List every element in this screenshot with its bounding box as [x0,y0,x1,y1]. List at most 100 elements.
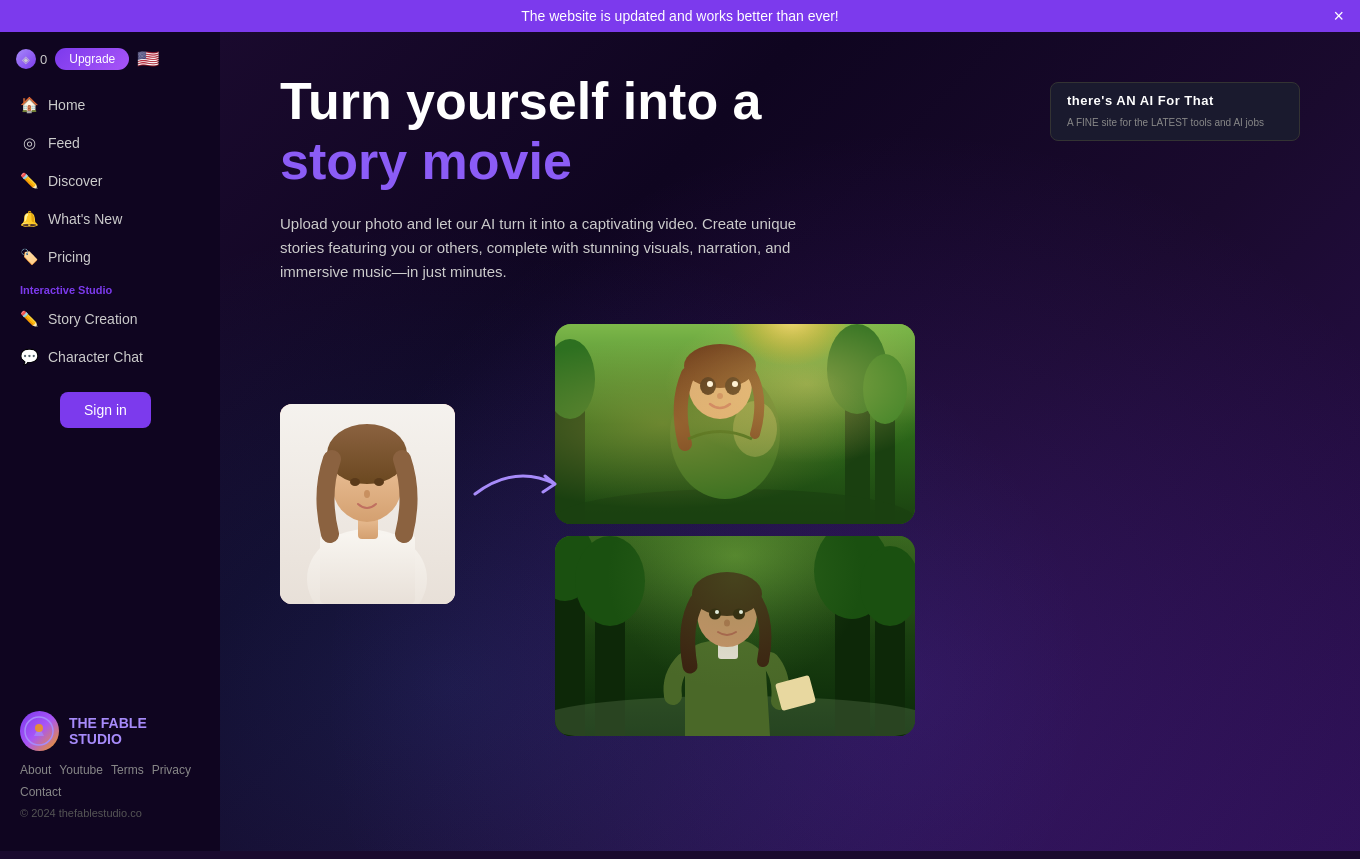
svg-rect-31 [555,566,585,736]
bell-icon: 🔔 [20,210,38,228]
discover-icon: ✏️ [20,172,38,190]
sidebar-item-discover[interactable]: ✏️ Discover [0,162,220,200]
chat-icon: 💬 [20,348,38,366]
svg-point-18 [863,354,907,424]
svg-point-14 [555,339,595,419]
hero-section: there's AN AI For That A FINE site for t… [280,72,1300,736]
svg-point-24 [700,377,716,395]
svg-rect-15 [845,374,870,524]
sidebar-item-character-chat[interactable]: 💬 Character Chat [0,338,220,376]
sidebar-item-home[interactable]: 🏠 Home [0,86,220,124]
sidebar-item-story-creation[interactable]: ✏️ Story Creation [0,300,220,338]
result-images-stack [555,324,915,736]
svg-point-8 [350,478,360,486]
sidebar-item-label: Feed [48,135,80,151]
sidebar-item-label: Home [48,97,85,113]
sidebar-footer: THE FABLE STUDIO About Youtube Terms Pri… [0,695,220,835]
footer-link-privacy[interactable]: Privacy [152,763,191,777]
svg-rect-17 [875,394,895,524]
announcement-banner: The website is updated and works better … [0,0,1360,32]
sidebar-item-pricing[interactable]: 🏷️ Pricing [0,238,220,276]
svg-point-38 [860,546,915,626]
svg-point-1 [35,724,43,732]
brand-avatar [20,711,59,751]
source-image-container [280,404,455,604]
footer-link-contact[interactable]: Contact [20,785,61,799]
sidebar-item-label: Pricing [48,249,91,265]
result-image-top [555,324,915,524]
svg-rect-35 [835,576,870,736]
svg-point-47 [724,619,730,626]
svg-rect-4 [320,534,415,604]
sidebar-item-label: What's New [48,211,122,227]
ai-badge: there's AN AI For That A FINE site for t… [1050,82,1300,141]
ai-badge-subtitle: A FINE site for the LATEST tools and AI … [1067,117,1264,128]
interactive-studio-section-label: Interactive Studio [0,276,220,300]
svg-point-23 [684,344,756,388]
svg-point-19 [555,489,915,524]
sidebar: ◈ 0 Upgrade 🇺🇸 🏠 Home ◎ Feed ✏️ Discover… [0,32,220,851]
sidebar-item-label: Story Creation [48,311,137,327]
svg-point-41 [697,581,757,647]
svg-rect-48 [775,675,816,711]
svg-point-25 [725,377,741,395]
sidebar-top: ◈ 0 Upgrade 🇺🇸 [0,48,220,86]
result-image-bottom [555,536,915,736]
credits-badge: ◈ 0 [16,49,47,69]
source-photo [280,404,455,604]
svg-point-16 [827,324,887,414]
svg-rect-29 [555,536,915,736]
footer-link-about[interactable]: About [20,763,51,777]
footer-links: About Youtube Terms Privacy Contact [20,763,200,799]
credits-icon: ◈ [16,49,36,69]
feed-icon: ◎ [20,134,38,152]
svg-point-36 [814,536,890,619]
credits-count: 0 [40,52,47,67]
svg-point-46 [739,610,743,614]
story-icon: ✏️ [20,310,38,328]
svg-point-26 [707,381,713,387]
sidebar-item-label: Character Chat [48,349,143,365]
brand-name: THE FABLE STUDIO [69,715,200,747]
svg-point-34 [575,536,645,626]
tag-icon: 🏷️ [20,248,38,266]
sign-in-button[interactable]: Sign in [60,392,151,428]
footer-link-youtube[interactable]: Youtube [59,763,103,777]
source-image-inner [280,404,455,604]
copyright: © 2024 thefablestudio.co [20,807,200,819]
svg-point-32 [555,536,595,601]
svg-rect-37 [875,591,905,736]
hero-description: Upload your photo and let our AI turn it… [280,212,800,284]
svg-point-45 [715,610,719,614]
svg-rect-11 [555,324,915,524]
svg-rect-30 [555,536,915,736]
sidebar-item-feed[interactable]: ◎ Feed [0,124,220,162]
home-icon: 🏠 [20,96,38,114]
svg-rect-33 [595,586,625,736]
svg-point-21 [733,401,777,457]
svg-point-43 [709,608,721,619]
upgrade-button[interactable]: Upgrade [55,48,129,70]
svg-point-27 [732,381,738,387]
ai-badge-title: there's AN AI For That [1067,93,1283,108]
brand: THE FABLE STUDIO [20,711,200,751]
footer-link-terms[interactable]: Terms [111,763,144,777]
main-content: there's AN AI For That A FINE site for t… [220,32,1360,851]
svg-point-28 [717,393,723,399]
announcement-close-button[interactable]: × [1333,6,1344,27]
svg-point-9 [374,478,384,486]
svg-point-10 [364,490,370,498]
svg-point-42 [692,572,762,616]
svg-point-20 [670,369,780,499]
sidebar-item-label: Discover [48,173,102,189]
sidebar-item-whats-new[interactable]: 🔔 What's New [0,200,220,238]
language-flag-button[interactable]: 🇺🇸 [137,48,159,70]
svg-point-44 [733,608,745,619]
images-section [280,324,1300,736]
svg-point-22 [688,349,752,419]
svg-rect-40 [718,639,738,659]
svg-point-12 [695,324,855,414]
transformation-arrow [465,454,585,518]
announcement-text: The website is updated and works better … [521,8,839,24]
svg-point-39 [555,696,915,736]
